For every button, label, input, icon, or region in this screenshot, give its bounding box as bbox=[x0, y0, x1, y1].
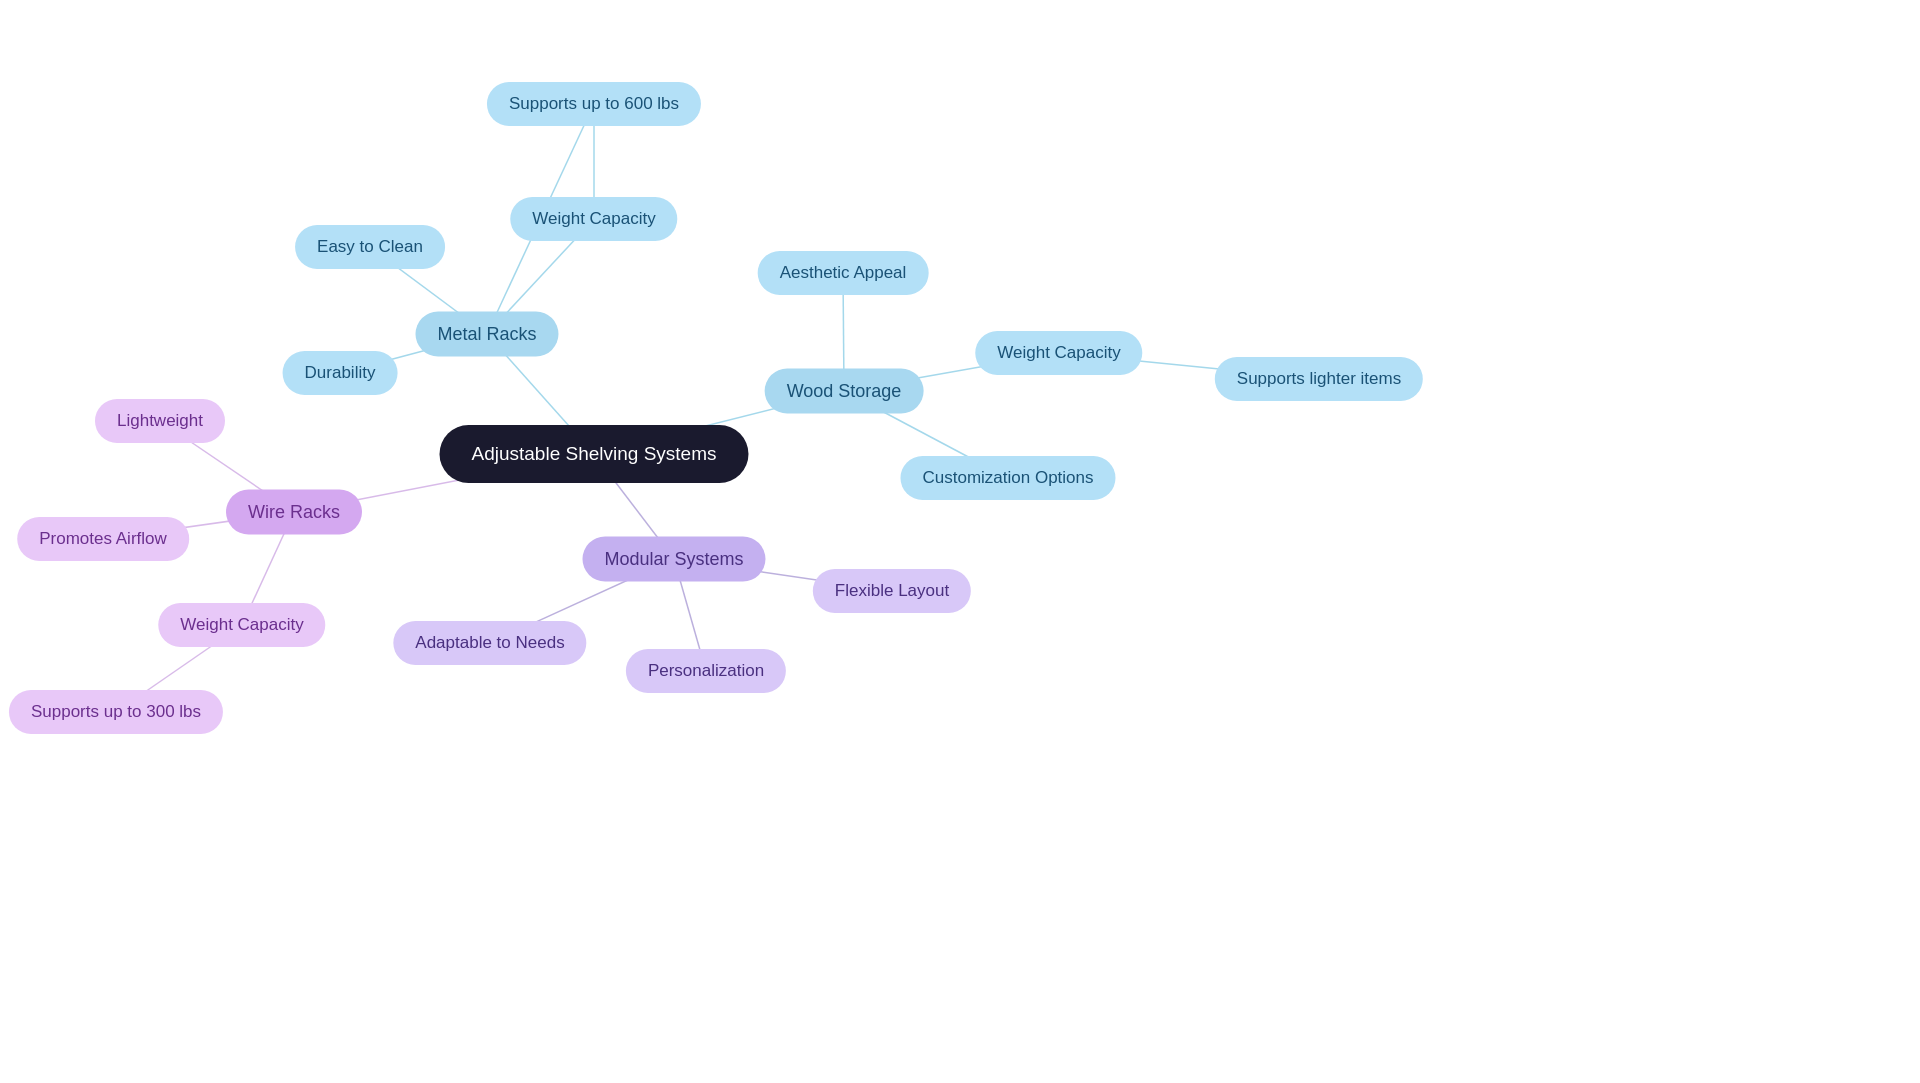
node-wood-storage[interactable]: Wood Storage bbox=[765, 369, 924, 414]
node-supports-600[interactable]: Supports up to 600 lbs bbox=[487, 82, 701, 126]
node-aesthetic-appeal[interactable]: Aesthetic Appeal bbox=[758, 251, 929, 295]
node-flexible-layout[interactable]: Flexible Layout bbox=[813, 569, 971, 613]
node-metal-racks[interactable]: Metal Racks bbox=[415, 312, 558, 357]
node-personalization[interactable]: Personalization bbox=[626, 649, 786, 693]
connections-svg bbox=[0, 0, 1920, 1083]
node-weight-capacity-wood[interactable]: Weight Capacity bbox=[975, 331, 1142, 375]
node-adaptable-to-needs[interactable]: Adaptable to Needs bbox=[393, 621, 586, 665]
node-wire-racks[interactable]: Wire Racks bbox=[226, 490, 362, 535]
node-promotes-airflow[interactable]: Promotes Airflow bbox=[17, 517, 189, 561]
node-center[interactable]: Adjustable Shelving Systems bbox=[439, 425, 748, 483]
node-customization-options[interactable]: Customization Options bbox=[900, 456, 1115, 500]
node-supports-300[interactable]: Supports up to 300 lbs bbox=[9, 690, 223, 734]
node-weight-capacity-wire[interactable]: Weight Capacity bbox=[158, 603, 325, 647]
node-supports-lighter[interactable]: Supports lighter items bbox=[1215, 357, 1423, 401]
node-modular-systems[interactable]: Modular Systems bbox=[582, 537, 765, 582]
node-lightweight[interactable]: Lightweight bbox=[95, 399, 225, 443]
node-weight-capacity-metal[interactable]: Weight Capacity bbox=[510, 197, 677, 241]
node-durability[interactable]: Durability bbox=[283, 351, 398, 395]
node-easy-to-clean[interactable]: Easy to Clean bbox=[295, 225, 445, 269]
mindmap-container: Adjustable Shelving Systems Metal Racks … bbox=[0, 0, 1920, 1083]
